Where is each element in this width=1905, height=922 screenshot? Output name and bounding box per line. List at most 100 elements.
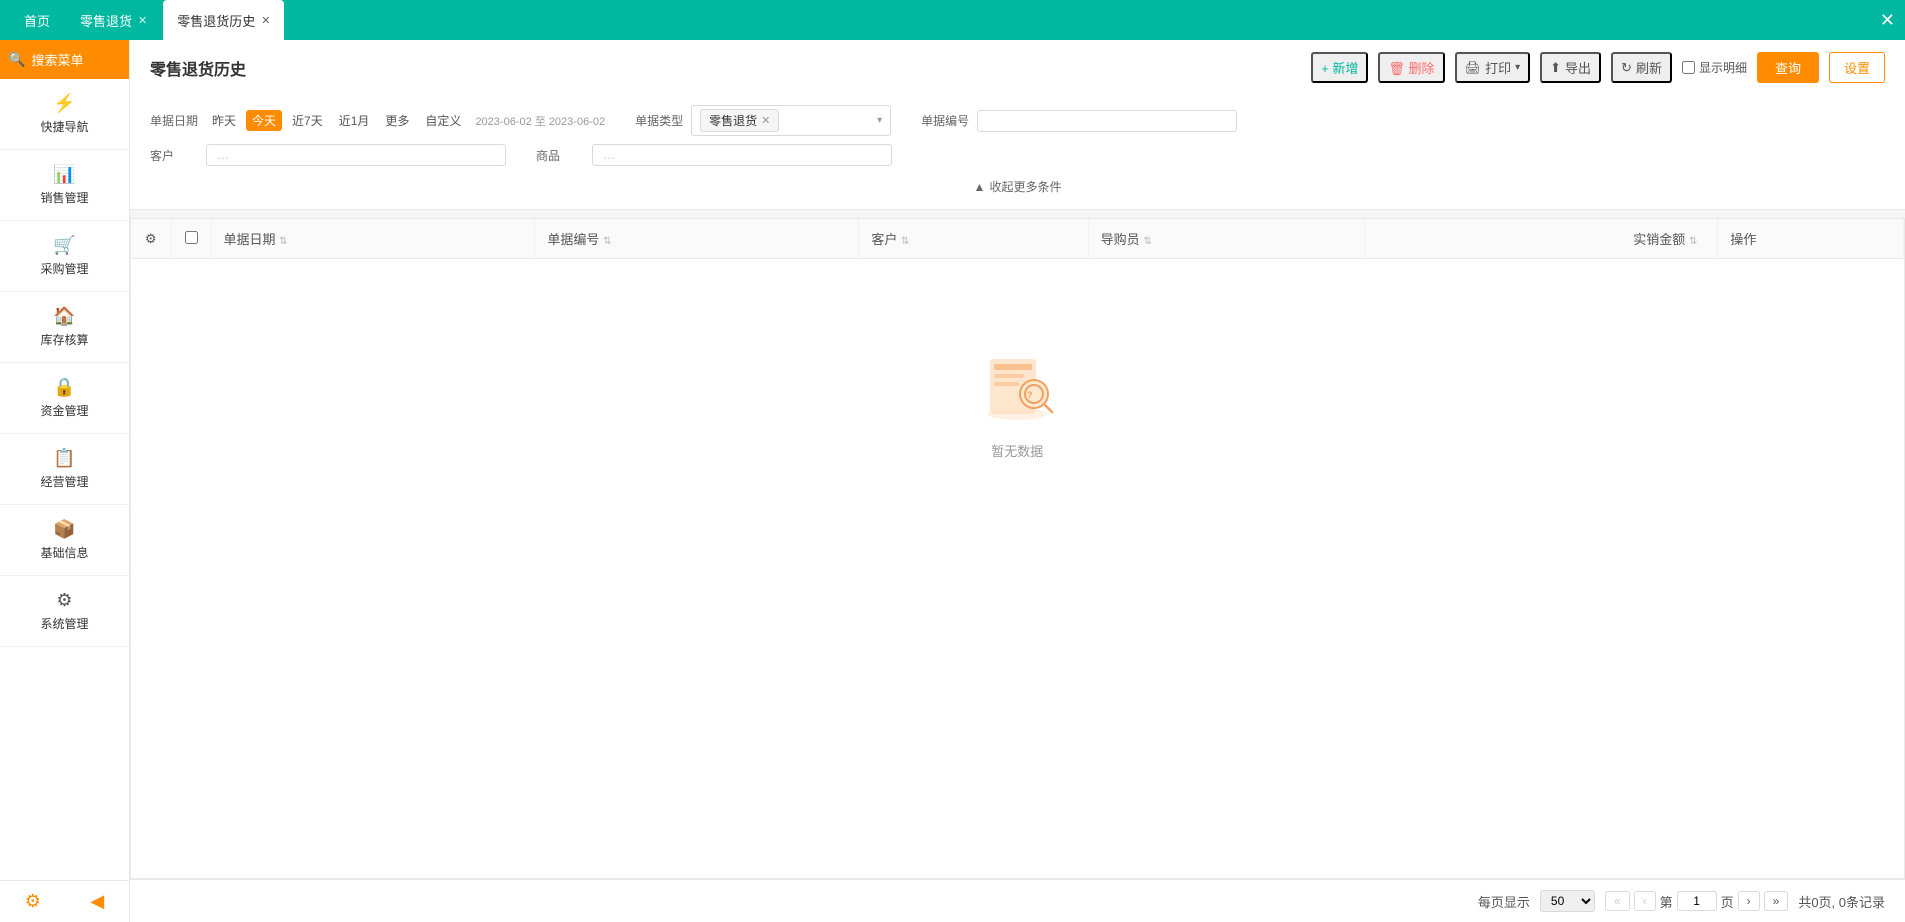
empty-area: ? 暂无数据 — [131, 259, 1904, 540]
search-icon: 🔍 — [8, 51, 25, 68]
guide-sort-icon[interactable]: ⇅ — [1143, 236, 1151, 247]
window-close-icon[interactable]: ✕ — [1880, 10, 1895, 31]
refresh-icon: ↻ — [1621, 60, 1632, 76]
select-all-checkbox[interactable] — [185, 231, 198, 244]
table-body: ? 暂无数据 — [131, 259, 1904, 541]
sidebar-item-inventory[interactable]: 🏠 库存核算 — [0, 292, 129, 363]
date-label: 单据日期 — [150, 112, 200, 129]
export-icon: ⬆ — [1550, 60, 1561, 76]
customer-label: 客户 — [150, 147, 200, 164]
filter-type: 单据类型 零售退货 ✕ ▾ — [635, 105, 891, 136]
date-yesterday[interactable]: 昨天 — [206, 110, 242, 131]
per-page-select[interactable]: 10 20 50 100 — [1540, 890, 1595, 912]
type-select[interactable]: 零售退货 ✕ ▾ — [691, 105, 891, 136]
empty-illustration: ? — [972, 339, 1062, 429]
sidebar-bottom: ⚙ ◀ — [0, 880, 129, 922]
table-header-row: ⚙ 单据日期 ⇅ 单据编号 ⇅ 客户 ⇅ 导购员 ⇅ 实销金额 ⇅ 操作 — [131, 219, 1904, 259]
print-button[interactable]: 🖨 打印 ▾ — [1455, 52, 1531, 83]
page-title: 零售退货历史 — [150, 56, 246, 80]
voucher-sort-icon[interactable]: ⇅ — [603, 236, 611, 247]
svg-text:?: ? — [1027, 390, 1033, 400]
type-tag-close[interactable]: ✕ — [761, 114, 770, 127]
inventory-icon: 🏠 — [53, 306, 75, 327]
th-action: 操作 — [1718, 219, 1904, 259]
main-layout: 🔍 搜索菜单 ⚡ 快捷导航 📊 销售管理 🛒 采购管理 🏠 库存核算 🔒 资金管… — [0, 40, 1905, 922]
sidebar: 🔍 搜索菜单 ⚡ 快捷导航 📊 销售管理 🛒 采购管理 🏠 库存核算 🔒 资金管… — [0, 40, 130, 922]
sidebar-item-purchase[interactable]: 🛒 采购管理 — [0, 221, 129, 292]
basic-info-icon: 📦 — [53, 519, 75, 540]
purchase-icon: 🛒 — [53, 235, 75, 256]
settings-bottom-icon[interactable]: ⚙ — [25, 891, 41, 912]
sidebar-item-sales[interactable]: 📊 销售管理 — [0, 150, 129, 221]
goods-input[interactable]: … — [592, 144, 892, 166]
date-more[interactable]: 更多 — [379, 110, 415, 131]
date-7days[interactable]: 近7天 — [286, 110, 329, 131]
add-button[interactable]: + 新增 — [1311, 52, 1368, 83]
page-title-row: 零售退货历史 + 新增 🗑 删除 🖨 打印 ▾ ⬆ 导出 ↻ — [150, 52, 1885, 83]
collapse-icon: ▲ — [974, 180, 986, 194]
page-prev-button[interactable]: ‹ — [1634, 891, 1656, 911]
finance-icon: 🔒 — [53, 377, 75, 398]
sales-icon: 📊 — [53, 164, 75, 185]
page-last-button[interactable]: » — [1764, 891, 1789, 911]
page-header: 零售退货历史 + 新增 🗑 删除 🖨 打印 ▾ ⬆ 导出 ↻ — [130, 40, 1905, 210]
content-area: 零售退货历史 + 新增 🗑 删除 🖨 打印 ▾ ⬆ 导出 ↻ — [130, 40, 1905, 922]
type-label: 单据类型 — [635, 112, 685, 129]
page-nav: « ‹ 第 页 › » — [1605, 891, 1788, 911]
page-input[interactable] — [1677, 891, 1717, 911]
sidebar-item-system[interactable]: ⚙ 系统管理 — [0, 576, 129, 647]
per-page-label: 每页显示 — [1478, 892, 1530, 911]
th-settings[interactable]: ⚙ — [131, 219, 171, 259]
filter-goods: 商品 … — [536, 144, 892, 166]
sidebar-item-quick-nav[interactable]: ⚡ 快捷导航 — [0, 79, 129, 150]
type-select-arrow: ▾ — [877, 115, 882, 126]
page-next-button[interactable]: › — [1738, 891, 1760, 911]
top-bar: 首页 零售退货 ✕ 零售退货历史 ✕ ✕ — [0, 0, 1905, 40]
empty-text: 暂无数据 — [991, 441, 1043, 460]
voucher-input[interactable] — [977, 110, 1237, 132]
filter-row-2: 客户 … 商品 … — [150, 144, 1885, 166]
th-amount: 实销金额 ⇅ — [1365, 219, 1718, 259]
close-icon[interactable]: ✕ — [138, 14, 147, 27]
export-button[interactable]: ⬆ 导出 — [1540, 52, 1601, 83]
system-icon: ⚙ — [56, 590, 72, 611]
customer-input[interactable]: … — [206, 144, 506, 166]
table-wrapper: ⚙ 单据日期 ⇅ 单据编号 ⇅ 客户 ⇅ 导购员 ⇅ 实销金额 ⇅ 操作 — [130, 218, 1905, 879]
setting-button[interactable]: 设置 — [1829, 52, 1885, 83]
date-custom[interactable]: 自定义 — [419, 110, 467, 131]
th-date: 单据日期 ⇅ — [211, 219, 535, 259]
sidebar-search[interactable]: 🔍 搜索菜单 — [0, 40, 129, 79]
date-sort-icon[interactable]: ⇅ — [279, 236, 287, 247]
date-today[interactable]: 今天 — [246, 110, 282, 131]
empty-row: ? 暂无数据 — [131, 259, 1904, 541]
tab-retail-return[interactable]: 零售退货 ✕ — [66, 0, 161, 40]
query-button[interactable]: 查询 — [1757, 52, 1819, 83]
close-icon[interactable]: ✕ — [261, 14, 270, 27]
sidebar-item-finance[interactable]: 🔒 资金管理 — [0, 363, 129, 434]
customer-sort-icon[interactable]: ⇅ — [901, 236, 909, 247]
show-detail-checkbox[interactable] — [1682, 61, 1695, 74]
show-detail-checkbox-label[interactable]: 显示明细 — [1682, 59, 1747, 76]
collapse-button[interactable]: ▲ 收起更多条件 — [974, 178, 1062, 195]
collapse-sidebar-icon[interactable]: ◀ — [90, 891, 104, 912]
sidebar-item-basic-info[interactable]: 📦 基础信息 — [0, 505, 129, 576]
filter-area: 单据日期 昨天 今天 近7天 近1月 更多 自定义 2023-06-02 至 2… — [150, 95, 1885, 209]
sidebar-item-operations[interactable]: 📋 经营管理 — [0, 434, 129, 505]
filter-voucher: 单据编号 — [921, 110, 1237, 132]
goods-label: 商品 — [536, 147, 586, 164]
operations-icon: 📋 — [53, 448, 75, 469]
collapse-row: ▲ 收起更多条件 — [150, 174, 1885, 199]
filter-customer: 客户 … — [150, 144, 506, 166]
total-label: 共0页, 0条记录 — [1798, 892, 1885, 911]
th-checkbox[interactable] — [171, 219, 211, 259]
print-arrow-icon: ▾ — [1515, 62, 1520, 73]
voucher-label: 单据编号 — [921, 112, 971, 129]
refresh-button[interactable]: ↻ 刷新 — [1611, 52, 1672, 83]
delete-button[interactable]: 🗑 删除 — [1378, 52, 1444, 83]
tab-home[interactable]: 首页 — [10, 0, 64, 40]
th-guide: 导购员 ⇅ — [1088, 219, 1365, 259]
date-1month[interactable]: 近1月 — [333, 110, 376, 131]
tab-retail-return-history[interactable]: 零售退货历史 ✕ — [163, 0, 284, 40]
page-first-button[interactable]: « — [1605, 891, 1630, 911]
amount-sort-icon[interactable]: ⇅ — [1689, 236, 1697, 247]
